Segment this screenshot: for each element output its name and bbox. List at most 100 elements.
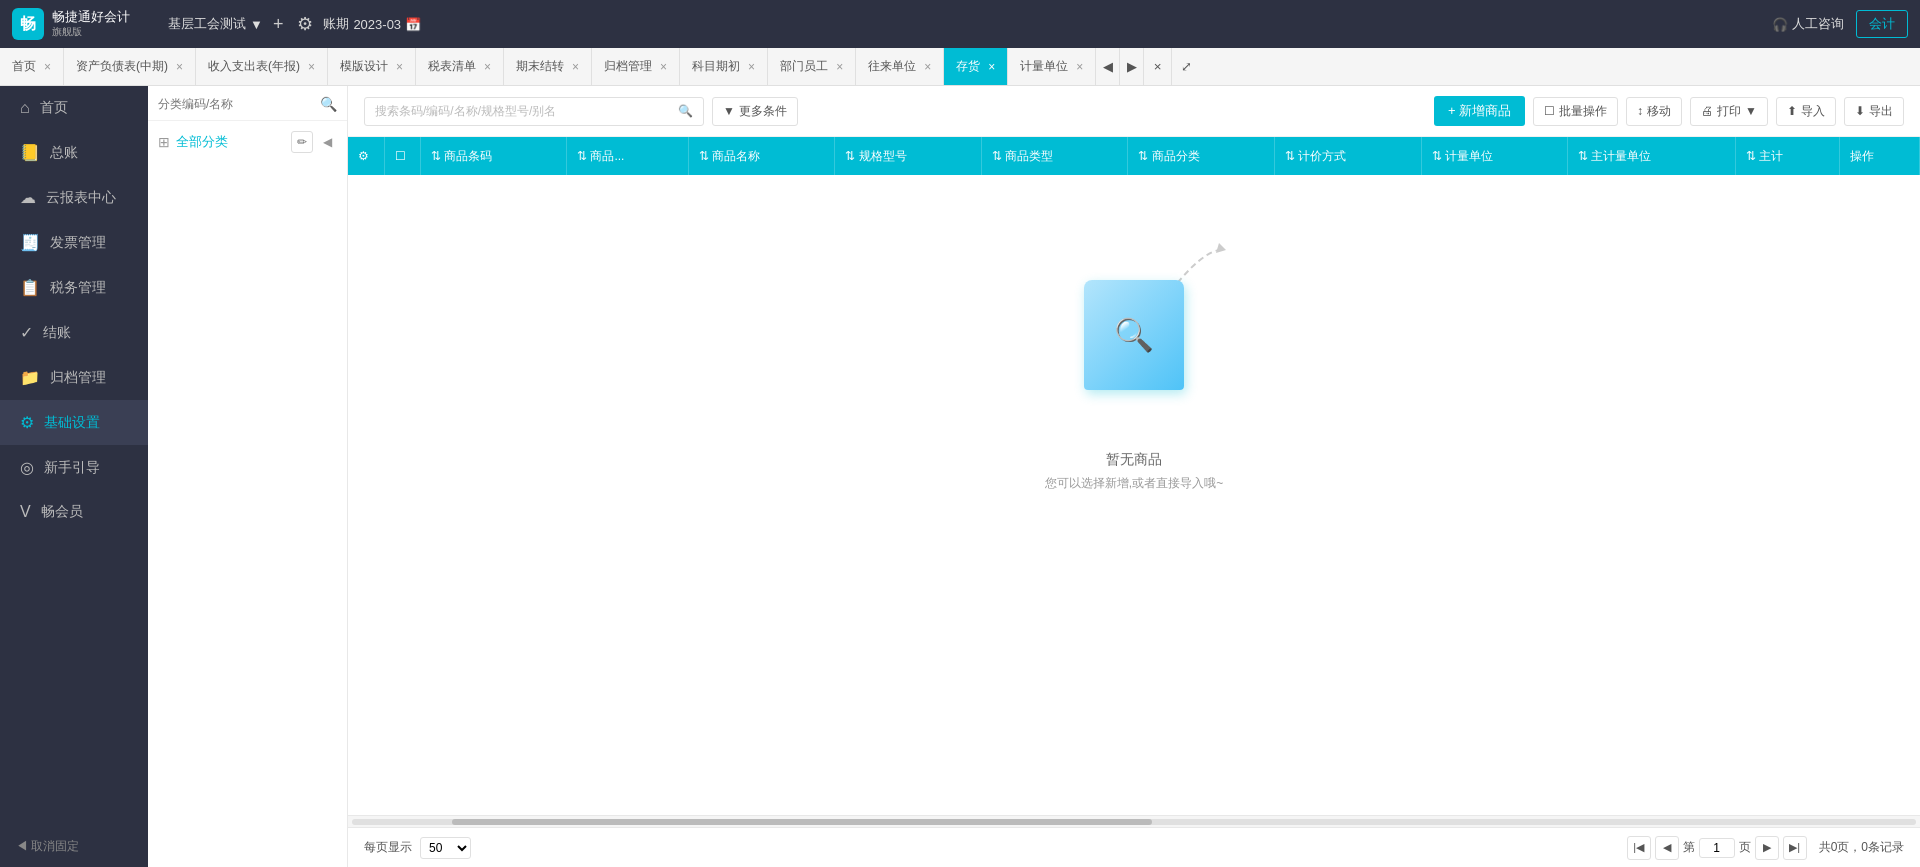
tab-unit[interactable]: 计量单位 × [1008, 48, 1096, 86]
tab-close-icon[interactable]: × [396, 60, 403, 74]
tab-dept[interactable]: 部门员工 × [768, 48, 856, 86]
print-button[interactable]: 🖨 打印 ▼ [1690, 97, 1768, 126]
tab-period[interactable]: 期末结转 × [504, 48, 592, 86]
filter-label: 更多条件 [739, 103, 787, 120]
tab-close-icon[interactable]: × [988, 60, 995, 74]
sidebar-item-home[interactable]: ⌂ 首页 [0, 86, 148, 130]
tab-close-icon[interactable]: × [924, 60, 931, 74]
period-label: 账期 [323, 15, 349, 33]
tab-label: 资产负债表(中期) [76, 58, 168, 75]
sidebar-item-cloud[interactable]: ☁ 云报表中心 [0, 175, 148, 220]
tab-close-icon[interactable]: × [484, 60, 491, 74]
sidebar-item-guide[interactable]: ◎ 新手引导 [0, 445, 148, 490]
th-spec[interactable]: ⇅ 规格型号 [835, 137, 982, 175]
filter-button[interactable]: ▼ 更多条件 [712, 97, 798, 126]
th-category[interactable]: ⇅ 商品分类 [1128, 137, 1275, 175]
tab-close-icon[interactable]: × [836, 60, 843, 74]
header: 畅 畅捷通好会计 旗舰版 基层工会测试 ▼ + ⚙ 账期 2023-03 📅 🎧… [0, 0, 1920, 48]
th-barcode[interactable]: ⇅ 商品条码 [420, 137, 567, 175]
tab-close-all-button[interactable]: × [1144, 48, 1172, 86]
move-icon: ↕ [1637, 104, 1643, 118]
tab-subject[interactable]: 科目期初 × [680, 48, 768, 86]
tab-balance[interactable]: 资产负债表(中期) × [64, 48, 196, 86]
tab-contact[interactable]: 往来单位 × [856, 48, 944, 86]
page-number-input[interactable] [1699, 838, 1735, 858]
tab-income[interactable]: 收入支出表(年报) × [196, 48, 328, 86]
tab-label: 存货 [956, 58, 980, 75]
tab-close-icon[interactable]: × [748, 60, 755, 74]
empty-title: 暂无商品 [1045, 451, 1223, 469]
tab-prev-button[interactable]: ◀ [1096, 48, 1120, 86]
toolbar: 搜索条码/编码/名称/规格型号/别名 🔍 ▼ 更多条件 + 新增商品 ☐ 批 [348, 86, 1920, 137]
headset-icon: 🎧 [1772, 17, 1788, 32]
tab-archive[interactable]: 归档管理 × [592, 48, 680, 86]
print-dropdown-icon: ▼ [1745, 104, 1757, 118]
tab-close-icon[interactable]: × [1076, 60, 1083, 74]
logo-icon: 畅 [12, 8, 44, 40]
th-pricing[interactable]: ⇅ 计价方式 [1274, 137, 1421, 175]
th-type[interactable]: ⇅ 商品类型 [981, 137, 1128, 175]
tab-label: 首页 [12, 58, 36, 75]
calendar-icon[interactable]: 📅 [405, 17, 421, 32]
move-button[interactable]: ↕ 移动 [1626, 97, 1682, 126]
import-button[interactable]: ⬆ 导入 [1776, 97, 1836, 126]
sidebar-item-settings[interactable]: ⚙ 基础设置 [0, 400, 148, 445]
tab-home[interactable]: 首页 × [0, 48, 64, 86]
filter-icon: ▼ [723, 104, 735, 118]
page-prefix: 第 [1683, 839, 1695, 856]
category-edit-button[interactable]: ✏ [291, 131, 313, 153]
sidebar-item-archive[interactable]: 📁 归档管理 [0, 355, 148, 400]
add-tab-button[interactable]: + [269, 14, 288, 35]
tab-close-icon[interactable]: × [44, 60, 51, 74]
search-icon[interactable]: 🔍 [678, 104, 693, 118]
sidebar-item-close[interactable]: ✓ 结账 [0, 310, 148, 355]
tab-inventory[interactable]: 存货 × [944, 48, 1008, 86]
scroll-thumb[interactable] [452, 819, 1152, 825]
prev-page-button[interactable]: ◀ [1655, 836, 1679, 860]
th-main-count[interactable]: ⇅ 主计 [1736, 137, 1840, 175]
help-button[interactable]: 🎧 人工咨询 [1772, 15, 1844, 33]
next-page-button[interactable]: ▶ [1755, 836, 1779, 860]
per-page-select[interactable]: 50 100 200 [420, 837, 471, 859]
sidebar-pin-button[interactable]: ◀ 取消固定 [0, 826, 148, 867]
tab-template[interactable]: 模版设计 × [328, 48, 416, 86]
tab-expand-button[interactable]: ⤢ [1172, 48, 1200, 86]
sidebar-item-tax[interactable]: 📋 税务管理 [0, 265, 148, 310]
last-page-button[interactable]: ▶| [1783, 836, 1807, 860]
export-icon: ⬇ [1855, 104, 1865, 118]
tab-close-icon[interactable]: × [572, 60, 579, 74]
th-checkbox[interactable]: ☐ [384, 137, 420, 175]
first-page-button[interactable]: |◀ [1627, 836, 1651, 860]
batch-icon: ☐ [1544, 104, 1555, 118]
main-search-bar[interactable]: 搜索条码/编码/名称/规格型号/别名 🔍 [364, 97, 704, 126]
category-label: 全部分类 [176, 133, 285, 151]
horizontal-scrollbar[interactable] [348, 815, 1920, 827]
account-button[interactable]: 会计 [1856, 10, 1908, 38]
tab-close-icon[interactable]: × [660, 60, 667, 74]
company-selector[interactable]: 基层工会测试 ▼ [168, 15, 263, 33]
tab-label: 税表清单 [428, 58, 476, 75]
app-name: 畅捷通好会计 [52, 9, 130, 25]
tab-close-icon[interactable]: × [308, 60, 315, 74]
search-icon[interactable]: 🔍 [320, 96, 337, 112]
th-settings[interactable]: ⚙ [348, 137, 384, 175]
th-code[interactable]: ⇅ 商品... [567, 137, 689, 175]
export-button[interactable]: ⬇ 导出 [1844, 97, 1904, 126]
close-books-icon: ✓ [20, 323, 33, 342]
tab-next-button[interactable]: ▶ [1120, 48, 1144, 86]
category-search-input[interactable] [158, 97, 320, 111]
panel-collapse-button[interactable]: ◀ [317, 132, 337, 152]
period-area: 账期 2023-03 📅 [323, 15, 421, 33]
tab-tax[interactable]: 税表清单 × [416, 48, 504, 86]
sidebar-item-member[interactable]: V 畅会员 [0, 490, 148, 534]
new-product-button[interactable]: + 新增商品 [1434, 96, 1525, 126]
sidebar-item-ledger[interactable]: 📒 总账 [0, 130, 148, 175]
empty-doc-icon [1084, 280, 1184, 390]
th-main-unit[interactable]: ⇅ 主计量单位 [1568, 137, 1736, 175]
th-name[interactable]: ⇅ 商品名称 [688, 137, 835, 175]
th-unit[interactable]: ⇅ 计量单位 [1421, 137, 1568, 175]
settings-button[interactable]: ⚙ [293, 13, 317, 35]
tab-close-icon[interactable]: × [176, 60, 183, 74]
sidebar-item-invoice[interactable]: 🧾 发票管理 [0, 220, 148, 265]
batch-operation-button[interactable]: ☐ 批量操作 [1533, 97, 1618, 126]
